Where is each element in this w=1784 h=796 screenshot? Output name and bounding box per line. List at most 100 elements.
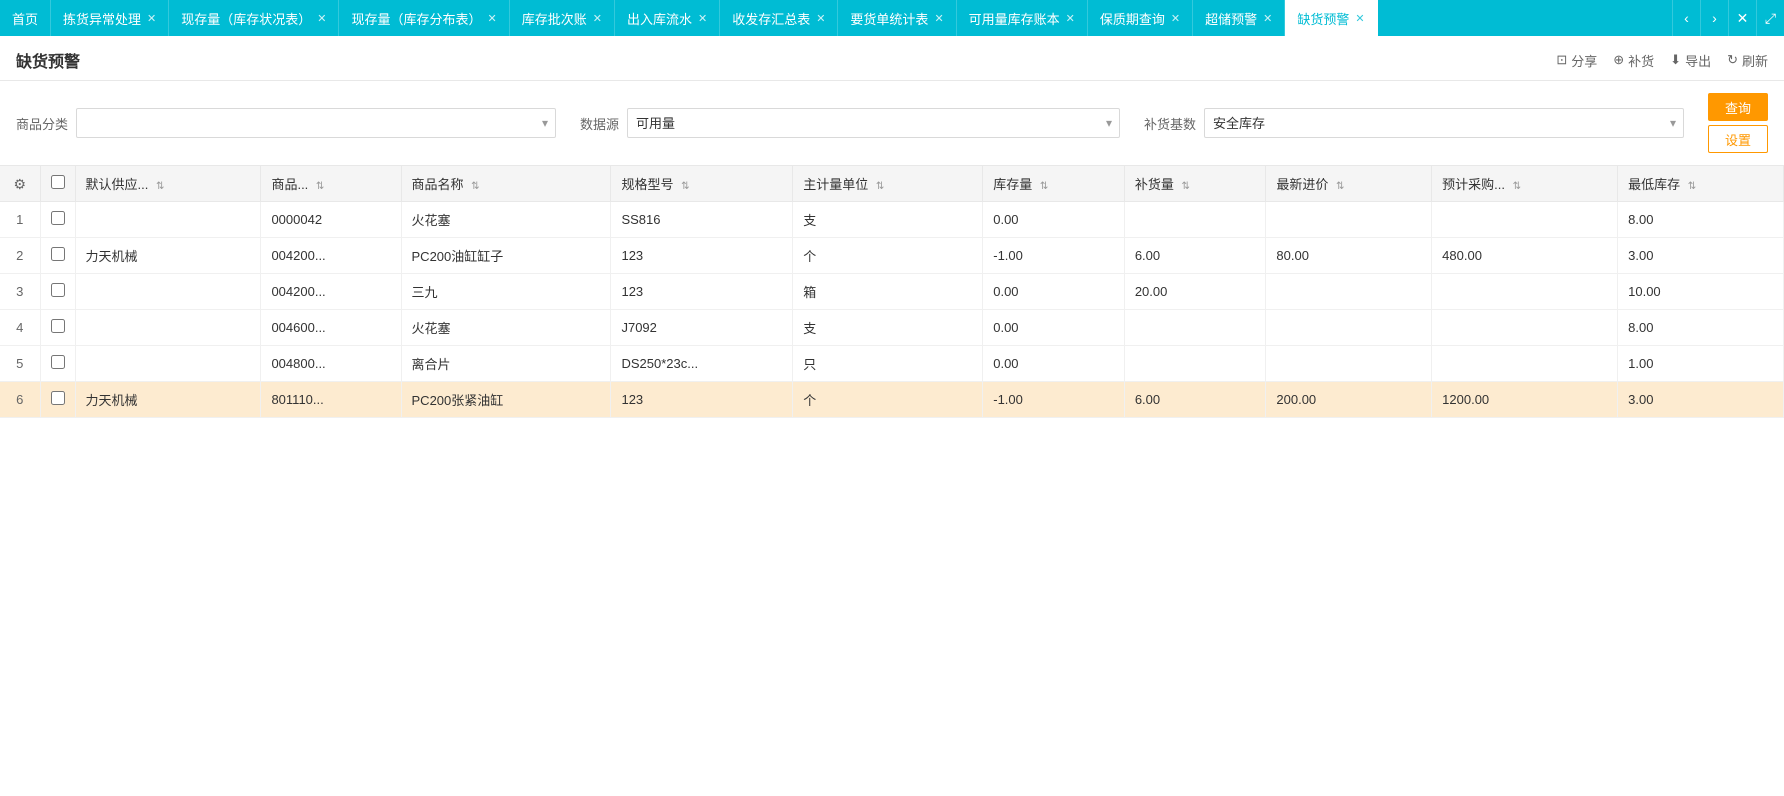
table-row: 4 004600... 火花塞 J7092 支 0.00 8.00 (0, 310, 1784, 346)
row-check-4[interactable] (51, 319, 65, 333)
row-num-2: 2 (0, 238, 40, 274)
nav-close-button[interactable]: ✕ (1728, 0, 1756, 36)
supplement-base-label: 补货基数 (1144, 114, 1196, 133)
tab-batch[interactable]: 库存批次账 ✕ (510, 0, 615, 36)
tab-order-stats[interactable]: 要货单统计表 ✕ (838, 0, 956, 36)
sort-supplement-icon: ⇅ (1181, 181, 1189, 192)
tab-available[interactable]: 可用量库存账本 ✕ (957, 0, 1088, 36)
row-checkbox-5 (40, 346, 75, 382)
col-latest-price: 最新进价 ⇅ (1266, 166, 1432, 202)
refresh-button[interactable]: ↻ 刷新 (1727, 51, 1768, 70)
row-code-6: 801110... (261, 382, 401, 418)
category-select[interactable] (76, 108, 556, 138)
row-checkbox-3 (40, 274, 75, 310)
row-name-5: 离合片 (401, 346, 611, 382)
row-name-1: 火花塞 (401, 202, 611, 238)
tab-home[interactable]: 首页 (0, 0, 51, 36)
tab-stock-status[interactable]: 现存量（库存状况表） ✕ (169, 0, 339, 36)
row-name-4: 火花塞 (401, 310, 611, 346)
filter-bar: 商品分类 ▾ 数据源 可用量 ▾ 补货基数 安全库存 (0, 81, 1784, 166)
query-button[interactable]: 查询 (1708, 93, 1768, 121)
row-stock-2: -1.00 (983, 238, 1125, 274)
page-header: 缺货预警 ⊡ 分享 ⊕ 补货 ⬇ 导出 ↻ 刷新 (0, 36, 1784, 81)
sort-price-icon: ⇅ (1336, 181, 1344, 192)
row-spec-3: 123 (611, 274, 793, 310)
row-unit-6: 个 (793, 382, 983, 418)
row-supplement-6: 6.00 (1124, 382, 1266, 418)
close-tab-inout[interactable]: ✕ (698, 12, 707, 25)
row-latest-price-2: 80.00 (1266, 238, 1432, 274)
close-tab-batch[interactable]: ✕ (593, 12, 602, 25)
close-tab-overstock[interactable]: ✕ (1263, 12, 1272, 25)
row-name-6: PC200张紧油缸 (401, 382, 611, 418)
row-code-1: 0000042 (261, 202, 401, 238)
close-tab-expiry[interactable]: ✕ (1171, 12, 1180, 25)
row-min-stock-2: 3.00 (1618, 238, 1784, 274)
data-table: ⚙ 默认供应... ⇅ 商品... ⇅ 商品名称 ⇅ (0, 166, 1784, 418)
tab-picking[interactable]: 拣货异常处理 ✕ (51, 0, 169, 36)
nav-fullscreen-button[interactable]: ⤢ (1756, 0, 1784, 36)
datasource-select[interactable]: 可用量 (627, 108, 1120, 138)
row-checkbox-2 (40, 238, 75, 274)
row-latest-price-3 (1266, 274, 1432, 310)
row-supplement-3: 20.00 (1124, 274, 1266, 310)
datasource-select-wrapper: 可用量 ▾ (627, 108, 1120, 138)
supplement-icon: ⊕ (1613, 52, 1624, 68)
datasource-filter: 数据源 可用量 ▾ (580, 108, 1120, 138)
export-button[interactable]: ⬇ 导出 (1670, 51, 1711, 70)
close-tab-stock-dist[interactable]: ✕ (488, 12, 497, 25)
sort-unit-icon: ⇅ (876, 181, 884, 192)
table-row: 6 力天机械 801110... PC200张紧油缸 123 个 -1.00 6… (0, 382, 1784, 418)
table-body: 1 0000042 火花塞 SS816 支 0.00 8.00 2 力天机械 0… (0, 202, 1784, 418)
supplement-button[interactable]: ⊕ 补货 (1613, 51, 1654, 70)
row-supplier-2: 力天机械 (75, 238, 261, 274)
col-spec: 规格型号 ⇅ (611, 166, 793, 202)
tab-summary[interactable]: 收发存汇总表 ✕ (720, 0, 838, 36)
close-tab-available[interactable]: ✕ (1066, 12, 1075, 25)
table-settings-icon[interactable]: ⚙ (12, 176, 28, 192)
sort-code-icon: ⇅ (316, 181, 324, 192)
row-supplier-5 (75, 346, 261, 382)
supplement-base-select[interactable]: 安全库存 (1204, 108, 1684, 138)
sort-min-stock-icon: ⇅ (1688, 181, 1696, 192)
row-supplement-5 (1124, 346, 1266, 382)
row-check-6[interactable] (51, 391, 65, 405)
col-estimated-purchase: 预计采购... ⇅ (1432, 166, 1618, 202)
tab-expiry[interactable]: 保质期查询 ✕ (1088, 0, 1193, 36)
tab-inout[interactable]: 出入库流水 ✕ (615, 0, 720, 36)
row-check-1[interactable] (51, 211, 65, 225)
row-check-3[interactable] (51, 283, 65, 297)
row-check-2[interactable] (51, 247, 65, 261)
row-spec-5: DS250*23c... (611, 346, 793, 382)
table-container: ⚙ 默认供应... ⇅ 商品... ⇅ 商品名称 ⇅ (0, 166, 1784, 418)
tab-shortage[interactable]: 缺货预警 ✕ (1285, 0, 1377, 36)
row-latest-price-4 (1266, 310, 1432, 346)
row-code-3: 004200... (261, 274, 401, 310)
close-tab-picking[interactable]: ✕ (147, 12, 156, 25)
close-tab-order-stats[interactable]: ✕ (934, 12, 943, 25)
tab-stock-dist[interactable]: 现存量（库存分布表） ✕ (339, 0, 509, 36)
row-checkbox-6 (40, 382, 75, 418)
tab-overstock[interactable]: 超储预警 ✕ (1193, 0, 1285, 36)
share-button[interactable]: ⊡ 分享 (1556, 51, 1597, 70)
col-product-name: 商品名称 ⇅ (401, 166, 611, 202)
close-tab-stock-status[interactable]: ✕ (317, 12, 326, 25)
row-checkbox-1 (40, 202, 75, 238)
row-estimated-purchase-4 (1432, 310, 1618, 346)
close-tab-summary[interactable]: ✕ (816, 12, 825, 25)
row-check-5[interactable] (51, 355, 65, 369)
table-row: 3 004200... 三九 123 箱 0.00 20.00 10.00 (0, 274, 1784, 310)
row-estimated-purchase-6: 1200.00 (1432, 382, 1618, 418)
col-min-stock: 最低库存 ⇅ (1618, 166, 1784, 202)
row-num-5: 5 (0, 346, 40, 382)
nav-prev-button[interactable]: ‹ (1672, 0, 1700, 36)
row-min-stock-4: 8.00 (1618, 310, 1784, 346)
close-tab-shortage[interactable]: ✕ (1355, 12, 1364, 25)
sort-stock-icon: ⇅ (1040, 181, 1048, 192)
select-all-checkbox[interactable] (51, 175, 65, 189)
settings-button[interactable]: 设置 (1708, 125, 1768, 153)
row-name-2: PC200油缸缸子 (401, 238, 611, 274)
export-icon: ⬇ (1670, 52, 1681, 68)
nav-next-button[interactable]: › (1700, 0, 1728, 36)
row-estimated-purchase-5 (1432, 346, 1618, 382)
